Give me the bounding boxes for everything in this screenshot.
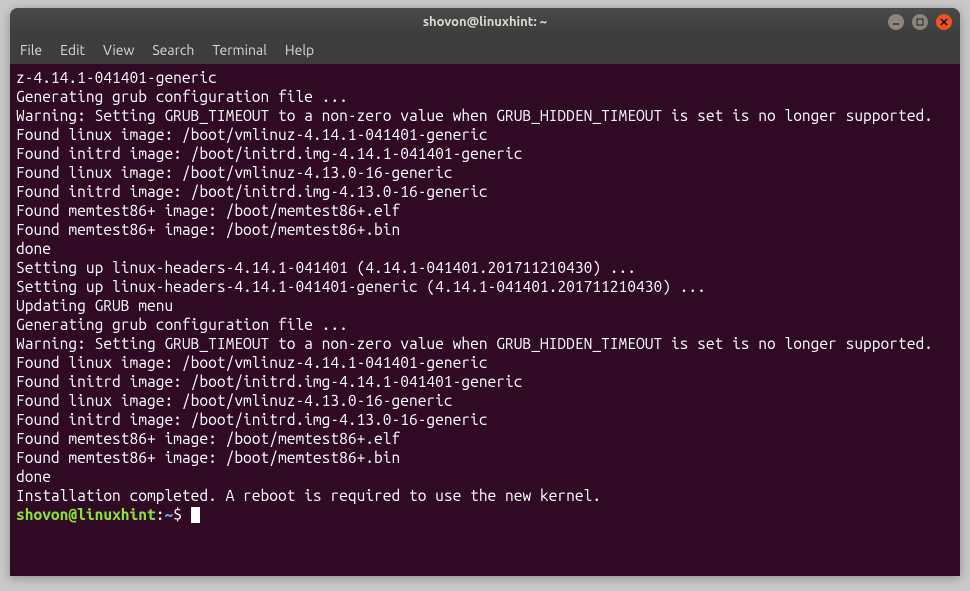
terminal-line: done <box>16 467 954 486</box>
terminal-line: Found memtest86+ image: /boot/memtest86+… <box>16 220 954 239</box>
close-icon <box>940 18 948 26</box>
menu-search[interactable]: Search <box>152 42 194 58</box>
terminal-line: Setting up linux-headers-4.14.1-041401 (… <box>16 258 954 277</box>
terminal-line: Warning: Setting GRUB_TIMEOUT to a non-z… <box>16 334 954 353</box>
terminal-line: Generating grub configuration file ... <box>16 87 954 106</box>
terminal-line: Found linux image: /boot/vmlinuz-4.14.1-… <box>16 125 954 144</box>
window-controls <box>888 14 952 30</box>
maximize-icon <box>916 18 924 26</box>
prompt-host: linuxhint <box>77 505 156 523</box>
terminal-line: Generating grub configuration file ... <box>16 315 954 334</box>
window-title: shovon@linuxhint: ~ <box>423 15 547 29</box>
prompt-user: shovon <box>16 505 68 523</box>
terminal-line: Found linux image: /boot/vmlinuz-4.13.0-… <box>16 163 954 182</box>
cursor-icon <box>191 507 200 523</box>
minimize-button[interactable] <box>888 14 904 30</box>
terminal-line: Found linux image: /boot/vmlinuz-4.13.0-… <box>16 391 954 410</box>
prompt-path: ~ <box>164 505 173 523</box>
prompt-at: @ <box>68 505 77 523</box>
terminal-line: Found memtest86+ image: /boot/memtest86+… <box>16 448 954 467</box>
prompt-dollar: $ <box>173 505 182 523</box>
prompt-line: shovon@linuxhint:~$ <box>16 505 954 524</box>
minimize-icon <box>892 18 900 26</box>
terminal-line: Warning: Setting GRUB_TIMEOUT to a non-z… <box>16 106 954 125</box>
terminal-window: shovon@linuxhint: ~ File Edit View Searc… <box>10 8 960 576</box>
terminal-line: Installation completed. A reboot is requ… <box>16 486 954 505</box>
menu-view[interactable]: View <box>103 42 134 58</box>
terminal-line: done <box>16 239 954 258</box>
menu-help[interactable]: Help <box>285 42 314 58</box>
menu-file[interactable]: File <box>20 42 42 58</box>
close-button[interactable] <box>936 14 952 30</box>
maximize-button[interactable] <box>912 14 928 30</box>
terminal-line: Found initrd image: /boot/initrd.img-4.1… <box>16 372 954 391</box>
title-bar[interactable]: shovon@linuxhint: ~ <box>10 8 960 36</box>
terminal-line: Found linux image: /boot/vmlinuz-4.14.1-… <box>16 353 954 372</box>
terminal-line: Found memtest86+ image: /boot/memtest86+… <box>16 201 954 220</box>
terminal-line: Found initrd image: /boot/initrd.img-4.1… <box>16 410 954 429</box>
terminal-line: z-4.14.1-041401-generic <box>16 68 954 87</box>
menu-terminal[interactable]: Terminal <box>212 42 267 58</box>
terminal-line: Found initrd image: /boot/initrd.img-4.1… <box>16 144 954 163</box>
terminal-line: Found memtest86+ image: /boot/memtest86+… <box>16 429 954 448</box>
terminal-line: Setting up linux-headers-4.14.1-041401-g… <box>16 277 954 296</box>
menu-bar: File Edit View Search Terminal Help <box>10 36 960 64</box>
terminal-line: Updating GRUB menu <box>16 296 954 315</box>
terminal-line: Found initrd image: /boot/initrd.img-4.1… <box>16 182 954 201</box>
menu-edit[interactable]: Edit <box>60 42 85 58</box>
terminal-content[interactable]: z-4.14.1-041401-genericGenerating grub c… <box>10 64 960 576</box>
